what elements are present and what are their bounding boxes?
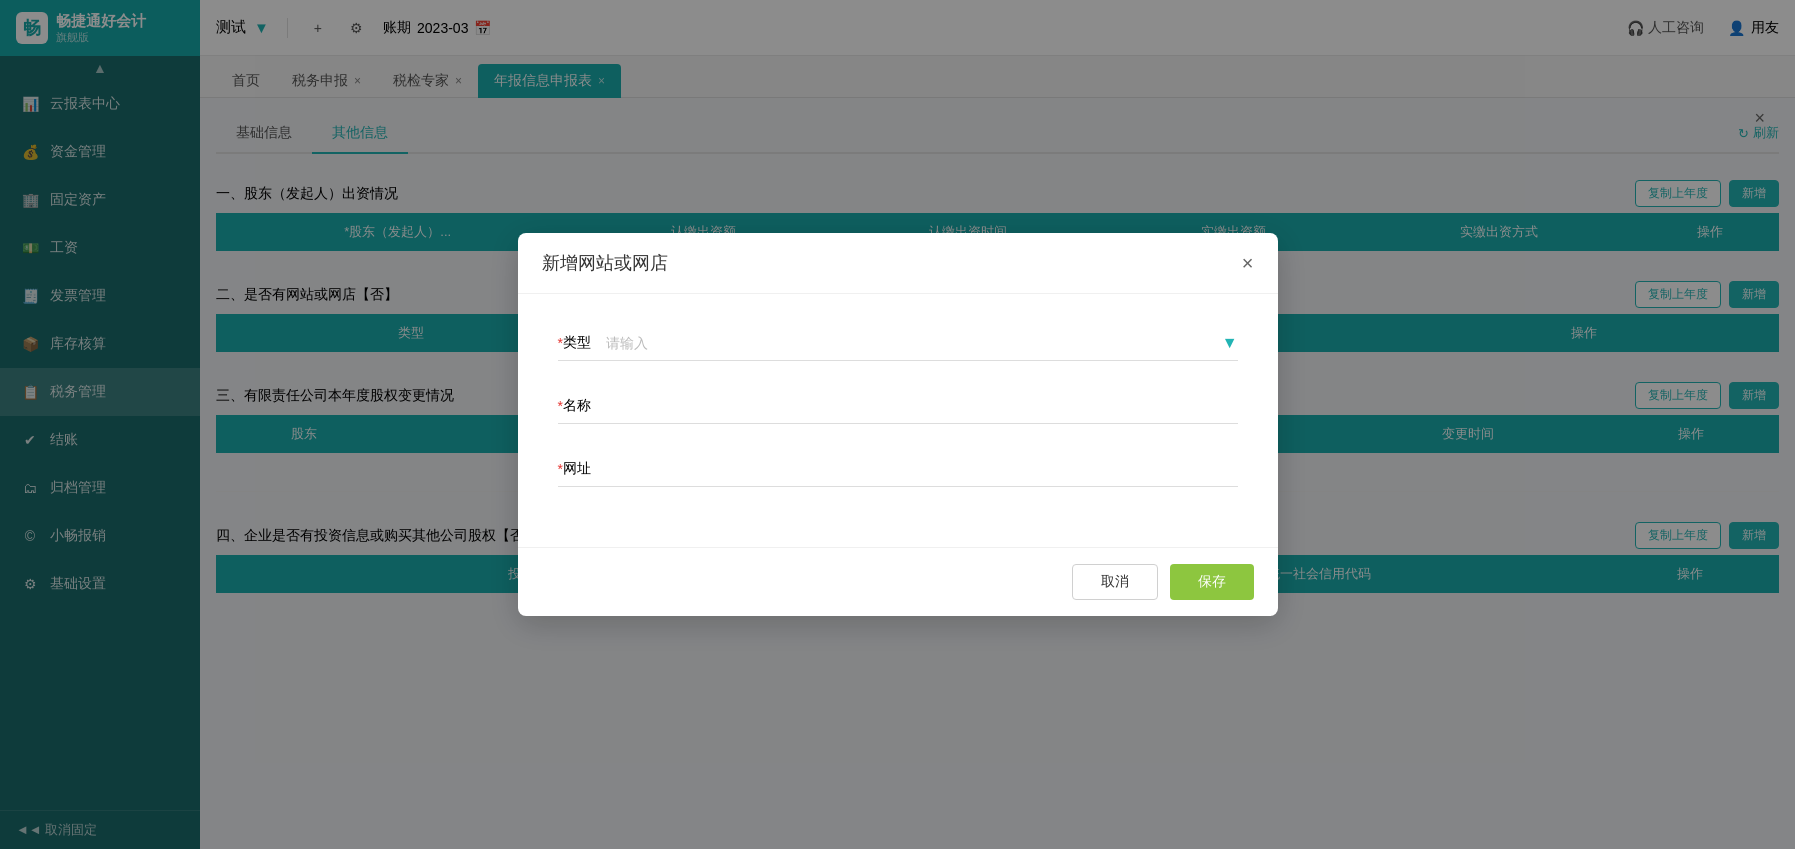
modal-close-button[interactable]: ×	[1242, 253, 1254, 273]
type-label: 类型	[563, 334, 591, 352]
save-button[interactable]: 保存	[1170, 564, 1254, 600]
type-input[interactable]	[606, 335, 1222, 351]
url-input[interactable]	[606, 461, 1238, 477]
cancel-button[interactable]: 取消	[1072, 564, 1158, 600]
type-dropdown-icon[interactable]: ▼	[1222, 334, 1238, 352]
form-row-url: * 网址	[558, 452, 1238, 487]
type-input-wrap: * 类型 ▼	[558, 326, 1238, 361]
url-label: 网址	[563, 460, 591, 478]
modal-footer: 取消 保存	[518, 547, 1278, 616]
name-label: 名称	[563, 397, 591, 415]
form-row-type: * 类型 ▼	[558, 326, 1238, 361]
modal-dialog: 新增网站或网店 × * 类型 ▼ * 名	[518, 233, 1278, 616]
url-input-wrap: * 网址	[558, 452, 1238, 487]
modal-title: 新增网站或网店	[542, 251, 668, 275]
modal-header: 新增网站或网店 ×	[518, 233, 1278, 294]
modal-body: * 类型 ▼ * 名称	[518, 294, 1278, 547]
name-input-wrap: * 名称	[558, 389, 1238, 424]
form-row-name: * 名称	[558, 389, 1238, 424]
name-input[interactable]	[606, 398, 1238, 414]
modal-overlay[interactable]: 新增网站或网店 × * 类型 ▼ * 名	[0, 0, 1795, 849]
